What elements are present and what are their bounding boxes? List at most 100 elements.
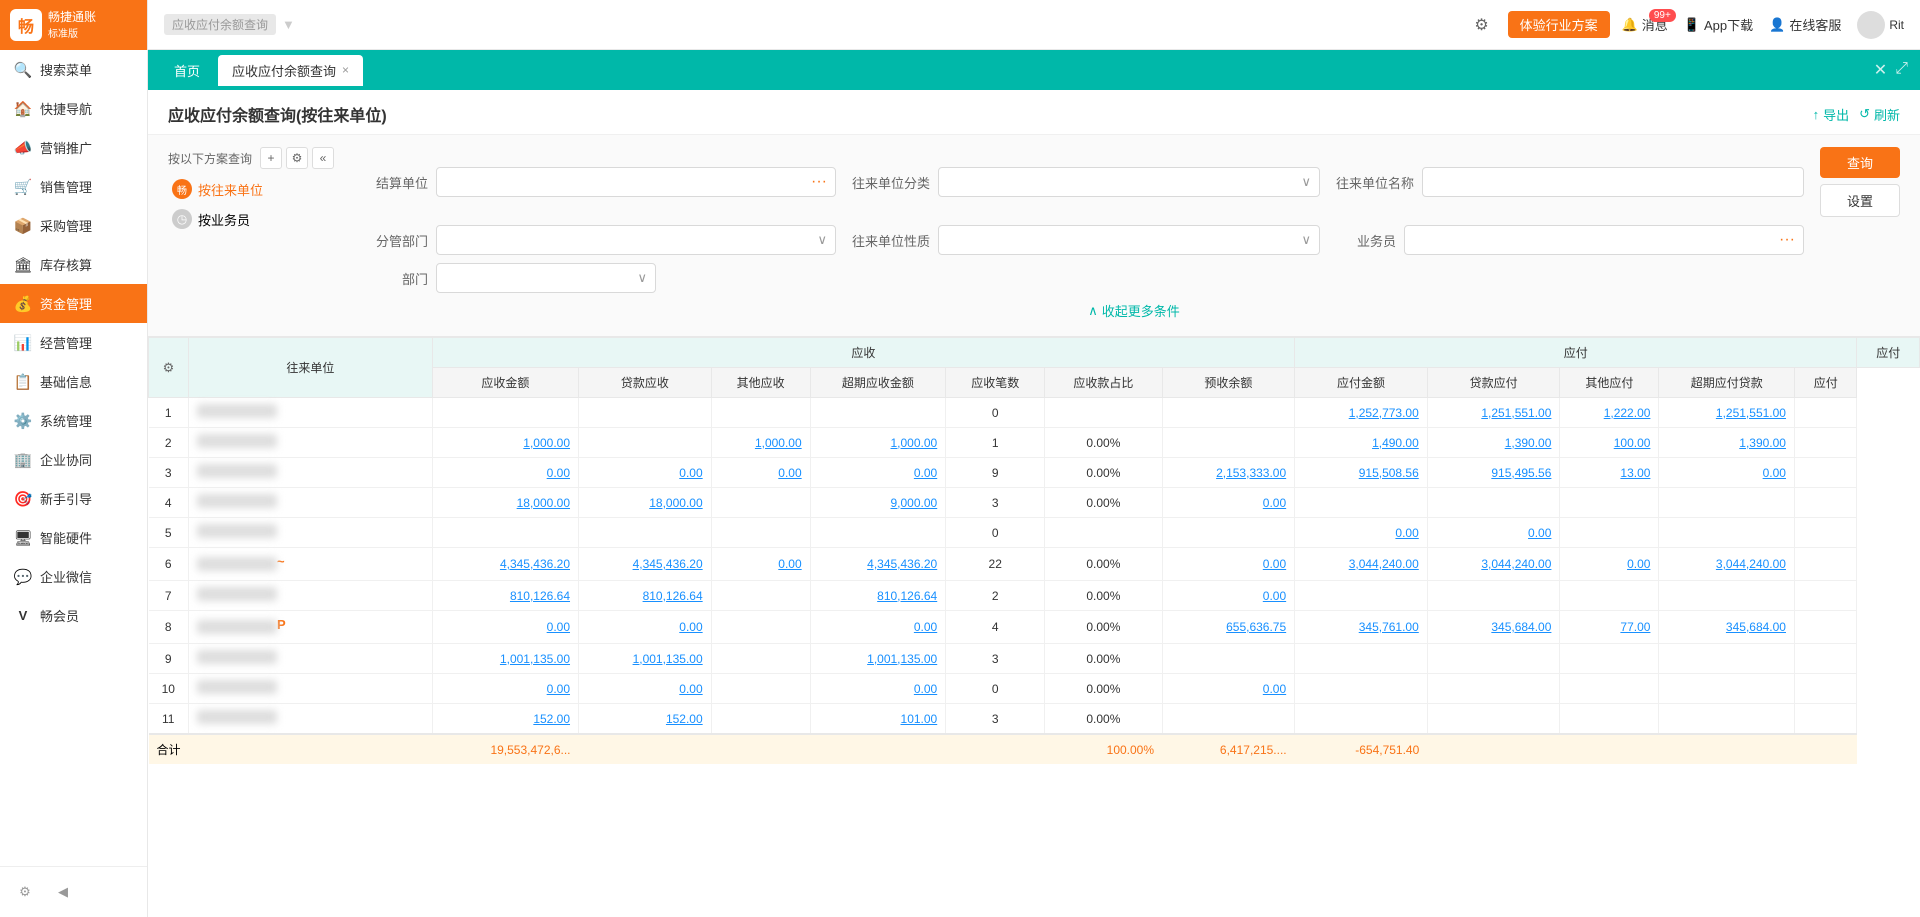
th-ap-overdue: 超期应付贷款 [1659,368,1795,398]
sidebar-item-finance[interactable]: 💰 资金管理 [0,284,147,323]
filter-area: 按以下方案查询 + ⚙ « 畅 按往来单位 ◷ [148,135,1920,337]
tab-bar: 首页 应收应付余额查询 × ✕ ⤢ [148,50,1920,90]
refresh-button[interactable]: ↺ 刷新 [1859,105,1900,124]
set-button[interactable]: 设置 [1820,184,1900,217]
sidebar-item-sales[interactable]: 🛒 销售管理 [0,167,147,206]
sidebar-item-wechat[interactable]: 💬 企业微信 [0,557,147,596]
promo-button[interactable]: 体验行业方案 [1508,11,1610,38]
service-icon: 👤 [1769,17,1785,33]
breadcrumb: 应收应付余额查询 ▼ [164,14,1456,35]
partner-name-cell: P [189,611,433,644]
th-ar-prepay: 预收余额 [1162,368,1295,398]
footer-ar-prepay: 6,417,215.... [1162,734,1295,764]
filter-row-2: 分管部门 ∨ 往来单位性质 ∨ 业务员 [368,225,1900,255]
salesperson-input[interactable]: ··· [1404,225,1804,255]
maximize-button[interactable]: ⤢ [1895,60,1908,80]
th-ap-loan: 贷款应付 [1427,368,1560,398]
refresh-icon: ↺ [1859,106,1870,122]
sidebar-item-quick[interactable]: 🏠 快捷导航 [0,89,147,128]
footer-ar-ratio: 100.00% [1045,734,1162,764]
sidebar-item-system[interactable]: ⚙️ 系统管理 [0,401,147,440]
sidebar-item-vip[interactable]: V 畅会员 [0,596,147,635]
table-row: 91,001,135.001,001,135.001,001,135.0030.… [149,644,1920,674]
sidebar-nav: 🔍 搜索菜单 🏠 快捷导航 📣 营销推广 🛒 销售管理 📦 采购管理 🏛 库存核… [0,50,147,866]
sidebar-item-enterprise[interactable]: 🏢 企业协同 [0,440,147,479]
table-footer-row: 合计 19,553,472,6... 100.00% 6,417,215....… [149,734,1920,764]
settlement-unit-input[interactable]: ··· [436,167,836,197]
sidebar-item-inventory[interactable]: 🏛 库存核算 [0,245,147,284]
tab-close-button[interactable]: × [342,63,349,77]
app-icon: 📱 [1684,17,1700,33]
dept-chevron-icon: ∨ [817,232,827,248]
partner-name-input[interactable] [1422,167,1804,197]
table-row: 500.000.00 [149,518,1920,548]
scheme-option-by-staff[interactable]: ◷ 按业务员 [172,209,348,229]
sidebar-item-hardware[interactable]: 🖥 智能硬件 [0,518,147,557]
table-row: 101,252,773.001,251,551.001,222.001,251,… [149,398,1920,428]
footer-ap-total: -654,751.40 [1295,734,1428,764]
sidebar-item-basic[interactable]: 📋 基础信息 [0,362,147,401]
collapse-scheme-button[interactable]: « [312,147,334,169]
notification-button[interactable]: 🔔 消息 99+ [1622,15,1668,34]
add-scheme-button[interactable]: + [260,147,282,169]
search-icon: 🔍 [14,61,32,79]
filter-row-1: 结算单位 ··· 往来单位分类 ∨ 往来单位名称 [368,147,1900,217]
sales-icon: 🛒 [14,178,32,196]
export-button[interactable]: ↑ 导出 [1813,105,1850,124]
app-download-button[interactable]: 📱 App下载 [1684,15,1753,34]
sidebar-item-marketing[interactable]: 📣 营销推广 [0,128,147,167]
th-ar-other: 其他应收 [711,368,810,398]
hardware-icon: 🖥 [14,529,32,547]
tab-ar-ap[interactable]: 应收应付余额查询 × [218,55,363,86]
table-row: 7810,126.64810,126.64810,126.6420.00%0.0… [149,581,1920,611]
settings-bottom-button[interactable]: ⚙ [10,877,40,907]
user-avatar[interactable]: Rit [1857,11,1904,39]
dept-manager-dropdown[interactable]: ∨ [436,225,836,255]
main-area: 应收应付余额查询 ▼ ⚙ 体验行业方案 🔔 消息 99+ 📱 App下载 👤 在… [148,0,1920,917]
th-ap-col: 应付 [1794,368,1856,398]
breadcrumb-path: 应收应付余额查询 [164,14,276,35]
sidebar-item-purchase[interactable]: 📦 采购管理 [0,206,147,245]
sidebar-item-search[interactable]: 🔍 搜索菜单 [0,50,147,89]
scheme-buttons: + ⚙ « [260,147,334,169]
topbar-gear-button[interactable]: ⚙ [1468,11,1496,39]
nature-chevron-icon: ∨ [1301,232,1311,248]
sidebar-item-guide[interactable]: 🎯 新手引导 [0,479,147,518]
tab-ar-ap-label: 应收应付余额查询 [232,61,336,80]
th-settings: ⚙ [149,338,189,398]
sidebar-item-operations[interactable]: 📊 经营管理 [0,323,147,362]
footer-label: 合计 [149,734,433,764]
filter-action-buttons: 查询 设置 [1820,147,1900,217]
table-row: 418,000.0018,000.009,000.0030.00%0.00 [149,488,1920,518]
th-ap-other: 其他应付 [1560,368,1659,398]
collapse-more-button[interactable]: ∧ 收起更多条件 [1088,301,1180,320]
online-service-button[interactable]: 👤 在线客服 [1769,15,1841,34]
tab-home[interactable]: 首页 [160,55,214,86]
inventory-icon: 🏛 [14,256,32,274]
query-button[interactable]: 查询 [1820,147,1900,178]
scheme-option-by-partner[interactable]: 畅 按往来单位 [172,179,348,199]
th-ar-ratio: 应收款占比 [1045,368,1162,398]
scheme-label: 按以下方案查询 [168,150,252,167]
purchase-icon: 📦 [14,217,32,235]
tabs-right-actions: ✕ ⤢ [1874,60,1908,80]
partner-category-dropdown[interactable]: ∨ [938,167,1320,197]
breadcrumb-separator: ▼ [282,17,295,32]
settlement-unit-field: 结算单位 ··· [368,167,836,197]
partner-name-cell [189,428,433,458]
close-all-tabs-button[interactable]: ✕ [1874,60,1887,80]
collapse-more-row: ∧ 收起更多条件 [368,301,1900,320]
department-dropdown[interactable]: ∨ [436,263,656,293]
edit-scheme-button[interactable]: ⚙ [286,147,308,169]
table-settings-icon[interactable]: ⚙ [159,358,179,378]
partner-nature-field: 往来单位性质 ∨ [852,225,1320,255]
th-partner: 往来单位 [189,338,433,398]
guide-icon: 🎯 [14,490,32,508]
export-icon: ↑ [1813,107,1820,122]
partner-nature-dropdown[interactable]: ∨ [938,225,1320,255]
th-ap-amount: 应付金额 [1295,368,1428,398]
collapse-sidebar-button[interactable]: ◀ [48,877,78,907]
settlement-unit-dots: ··· [811,173,827,191]
th-ap-group: 应付 [1295,338,1857,368]
enterprise-icon: 🏢 [14,451,32,469]
